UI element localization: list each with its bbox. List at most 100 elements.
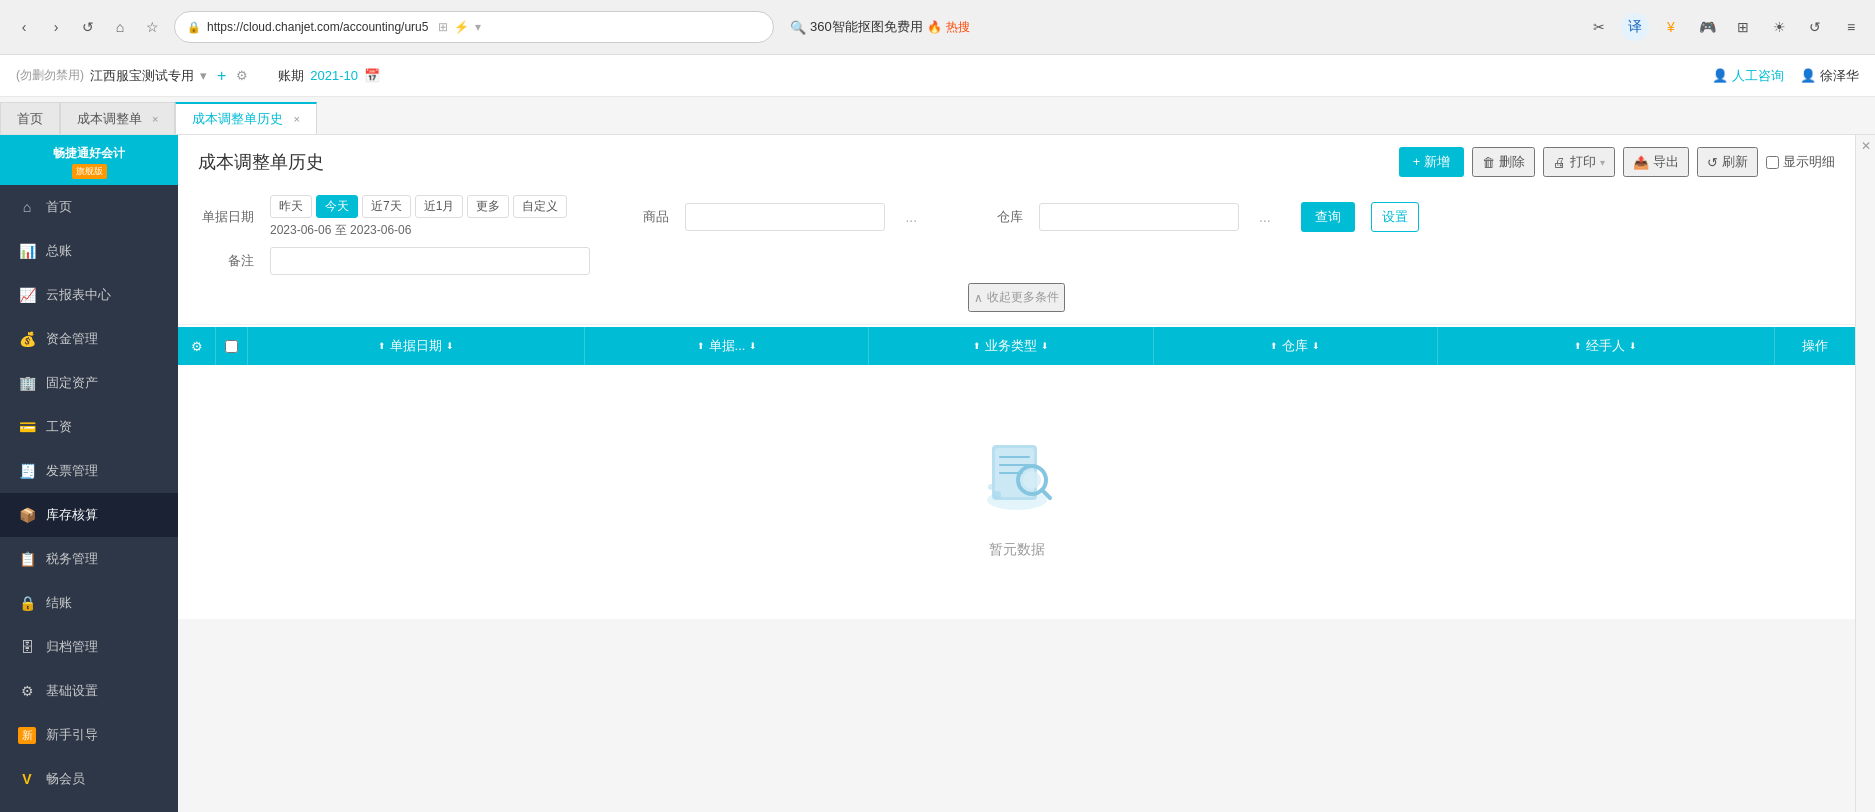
header-settings-icon[interactable]: ⚙ <box>236 68 248 83</box>
warehouse-input[interactable] <box>1039 203 1239 231</box>
sort-up-warehouse-icon: ⬆ <box>1270 341 1278 351</box>
grid-tool[interactable]: ⊞ <box>1729 13 1757 41</box>
th-checkbox[interactable] <box>216 327 248 365</box>
page-header: 成本调整单历史 + 新增 🗑 删除 🖨 打印 ▾ 📤 导出 <box>178 135 1855 185</box>
sidebar-item-membership[interactable]: V 畅会员 <box>0 757 178 801</box>
display-cols-checkbox[interactable]: 显示明细 <box>1766 153 1835 171</box>
table-header: ⚙ ⬆ 单据日期 ⬇ ⬆ 单据... <box>178 327 1855 365</box>
sidebar-item-guide-label: 新手引导 <box>46 726 98 744</box>
bookmark-button[interactable]: ☆ <box>138 13 166 41</box>
add-icon[interactable]: + <box>217 67 226 85</box>
sidebar-item-salary[interactable]: 💳 工资 <box>0 405 178 449</box>
consult-link[interactable]: 👤 人工咨询 <box>1712 67 1784 85</box>
theme-tool[interactable]: ☀ <box>1765 13 1793 41</box>
archive-icon: 🗄 <box>18 639 36 655</box>
game-tool[interactable]: 🎮 <box>1693 13 1721 41</box>
sort-up-vouchno-icon: ⬆ <box>697 341 705 351</box>
th-handler[interactable]: ⬆ 经手人 ⬇ <box>1438 327 1775 365</box>
menu-tool[interactable]: ≡ <box>1837 13 1865 41</box>
sidebar: 畅捷通好会计 旗舰版 ⌂ 首页 📊 总账 📈 云报表中心 💰 资金管理 🏢 固定… <box>0 135 178 812</box>
svg-point-9 <box>993 491 1001 499</box>
new-button[interactable]: + 新增 <box>1399 147 1464 177</box>
sidebar-item-archive-label: 归档管理 <box>46 638 98 656</box>
th-settings[interactable]: ⚙ <box>178 327 216 365</box>
refresh-label: 刷新 <box>1722 153 1748 171</box>
product-filter-label: 商品 <box>613 208 669 226</box>
right-close-button[interactable]: ✕ <box>1861 139 1871 153</box>
browser-chrome: ‹ › ↺ ⌂ ☆ 🔒 https://cloud.chanjet.com/ac… <box>0 0 1875 55</box>
search-text: 360智能抠图免费用 <box>810 18 923 36</box>
calendar-icon[interactable]: 📅 <box>364 68 380 83</box>
reports-icon: 📈 <box>18 287 36 303</box>
address-bar[interactable]: 🔒 https://cloud.chanjet.com/accounting/u… <box>174 11 774 43</box>
settings-filter-button[interactable]: 设置 <box>1371 202 1419 232</box>
tab-cost-adjust-close[interactable]: × <box>152 113 158 125</box>
sidebar-item-archive[interactable]: 🗄 归档管理 <box>0 625 178 669</box>
yesterday-btn[interactable]: 昨天 <box>270 195 312 218</box>
query-button[interactable]: 查询 <box>1301 202 1355 232</box>
back-button[interactable]: ‹ <box>10 13 38 41</box>
tab-cost-adjust-history[interactable]: 成本调整单历史 × <box>175 102 316 134</box>
th-biztype[interactable]: ⬆ 业务类型 ⬇ <box>869 327 1153 365</box>
today-btn[interactable]: 今天 <box>316 195 358 218</box>
browser-grid-icon: ⊞ <box>438 20 448 34</box>
display-cols-label: 显示明细 <box>1783 153 1835 171</box>
remark-input[interactable] <box>270 247 590 275</box>
sidebar-item-invoice[interactable]: 🧾 发票管理 <box>0 449 178 493</box>
sidebar-item-tax[interactable]: 📋 税务管理 <box>0 537 178 581</box>
th-date[interactable]: ⬆ 单据日期 ⬇ <box>248 327 585 365</box>
week7-btn[interactable]: 近7天 <box>362 195 411 218</box>
month-btn[interactable]: 近1月 <box>415 195 464 218</box>
th-ops-label: 操作 <box>1802 337 1828 355</box>
tab-cost-adjust[interactable]: 成本调整单 × <box>60 102 175 134</box>
forward-button[interactable]: › <box>42 13 70 41</box>
translate-tool[interactable]: 译 <box>1621 13 1649 41</box>
wallet-tool[interactable]: ¥ <box>1657 13 1685 41</box>
user-avatar-icon: 👤 <box>1800 68 1816 83</box>
invoice-icon: 🧾 <box>18 463 36 479</box>
sidebar-item-settings[interactable]: ⚙ 基础设置 <box>0 669 178 713</box>
product-more-dots[interactable]: ... <box>901 209 921 225</box>
product-input[interactable] <box>685 203 885 231</box>
tab-home[interactable]: 首页 <box>0 102 60 134</box>
warning-tag: (勿删勿禁用) <box>16 67 84 84</box>
warehouse-more-dots[interactable]: ... <box>1255 209 1275 225</box>
delete-button[interactable]: 🗑 删除 <box>1472 147 1535 177</box>
sidebar-item-guide[interactable]: 新 新手引导 <box>0 713 178 757</box>
more-date-btn[interactable]: 更多 <box>467 195 509 218</box>
sort-down-icon: ⬇ <box>446 341 454 351</box>
refresh-button[interactable]: ↺ 刷新 <box>1697 147 1758 177</box>
display-cols-input[interactable] <box>1766 156 1779 169</box>
print-button[interactable]: 🖨 打印 ▾ <box>1543 147 1615 177</box>
sidebar-item-home[interactable]: ⌂ 首页 <box>0 185 178 229</box>
collapse-arrow-icon: ∧ <box>974 291 983 305</box>
th-biztype-label: 业务类型 <box>985 337 1037 355</box>
sidebar-item-home-label: 首页 <box>46 198 72 216</box>
table-settings-icon: ⚙ <box>191 339 203 354</box>
sidebar-item-fixed-assets[interactable]: 🏢 固定资产 <box>0 361 178 405</box>
sidebar-item-closing[interactable]: 🔒 结账 <box>0 581 178 625</box>
membership-icon: V <box>18 771 36 787</box>
sidebar-item-fund[interactable]: 💰 资金管理 <box>0 317 178 361</box>
sidebar-item-reports[interactable]: 📈 云报表中心 <box>0 273 178 317</box>
tab-cost-adjust-history-close[interactable]: × <box>293 113 299 125</box>
user-profile[interactable]: 👤 徐泽华 <box>1800 67 1859 85</box>
reload-button[interactable]: ↺ <box>74 13 102 41</box>
th-vouchno[interactable]: ⬆ 单据... ⬇ <box>585 327 869 365</box>
sidebar-item-general-ledger[interactable]: 📊 总账 <box>0 229 178 273</box>
sort-down-handler-icon: ⬇ <box>1629 341 1637 351</box>
account-selector[interactable]: (勿删勿禁用) 江西服宝测试专用 ▾ + ⚙ <box>16 67 248 85</box>
th-warehouse[interactable]: ⬆ 仓库 ⬇ <box>1154 327 1438 365</box>
consult-icon: 👤 <box>1712 68 1728 83</box>
scissors-tool[interactable]: ✂ <box>1585 13 1613 41</box>
collapse-btn[interactable]: ∧ 收起更多条件 <box>968 283 1065 312</box>
user-name: 徐泽华 <box>1820 67 1859 85</box>
custom-btn[interactable]: 自定义 <box>513 195 567 218</box>
select-all-checkbox[interactable] <box>225 340 238 353</box>
home-button[interactable]: ⌂ <box>106 13 134 41</box>
export-button[interactable]: 📤 导出 <box>1623 147 1689 177</box>
history-tool[interactable]: ↺ <box>1801 13 1829 41</box>
th-date-label: 单据日期 <box>390 337 442 355</box>
sidebar-item-inventory[interactable]: 📦 库存核算 <box>0 493 178 537</box>
sidebar-item-salary-label: 工资 <box>46 418 72 436</box>
